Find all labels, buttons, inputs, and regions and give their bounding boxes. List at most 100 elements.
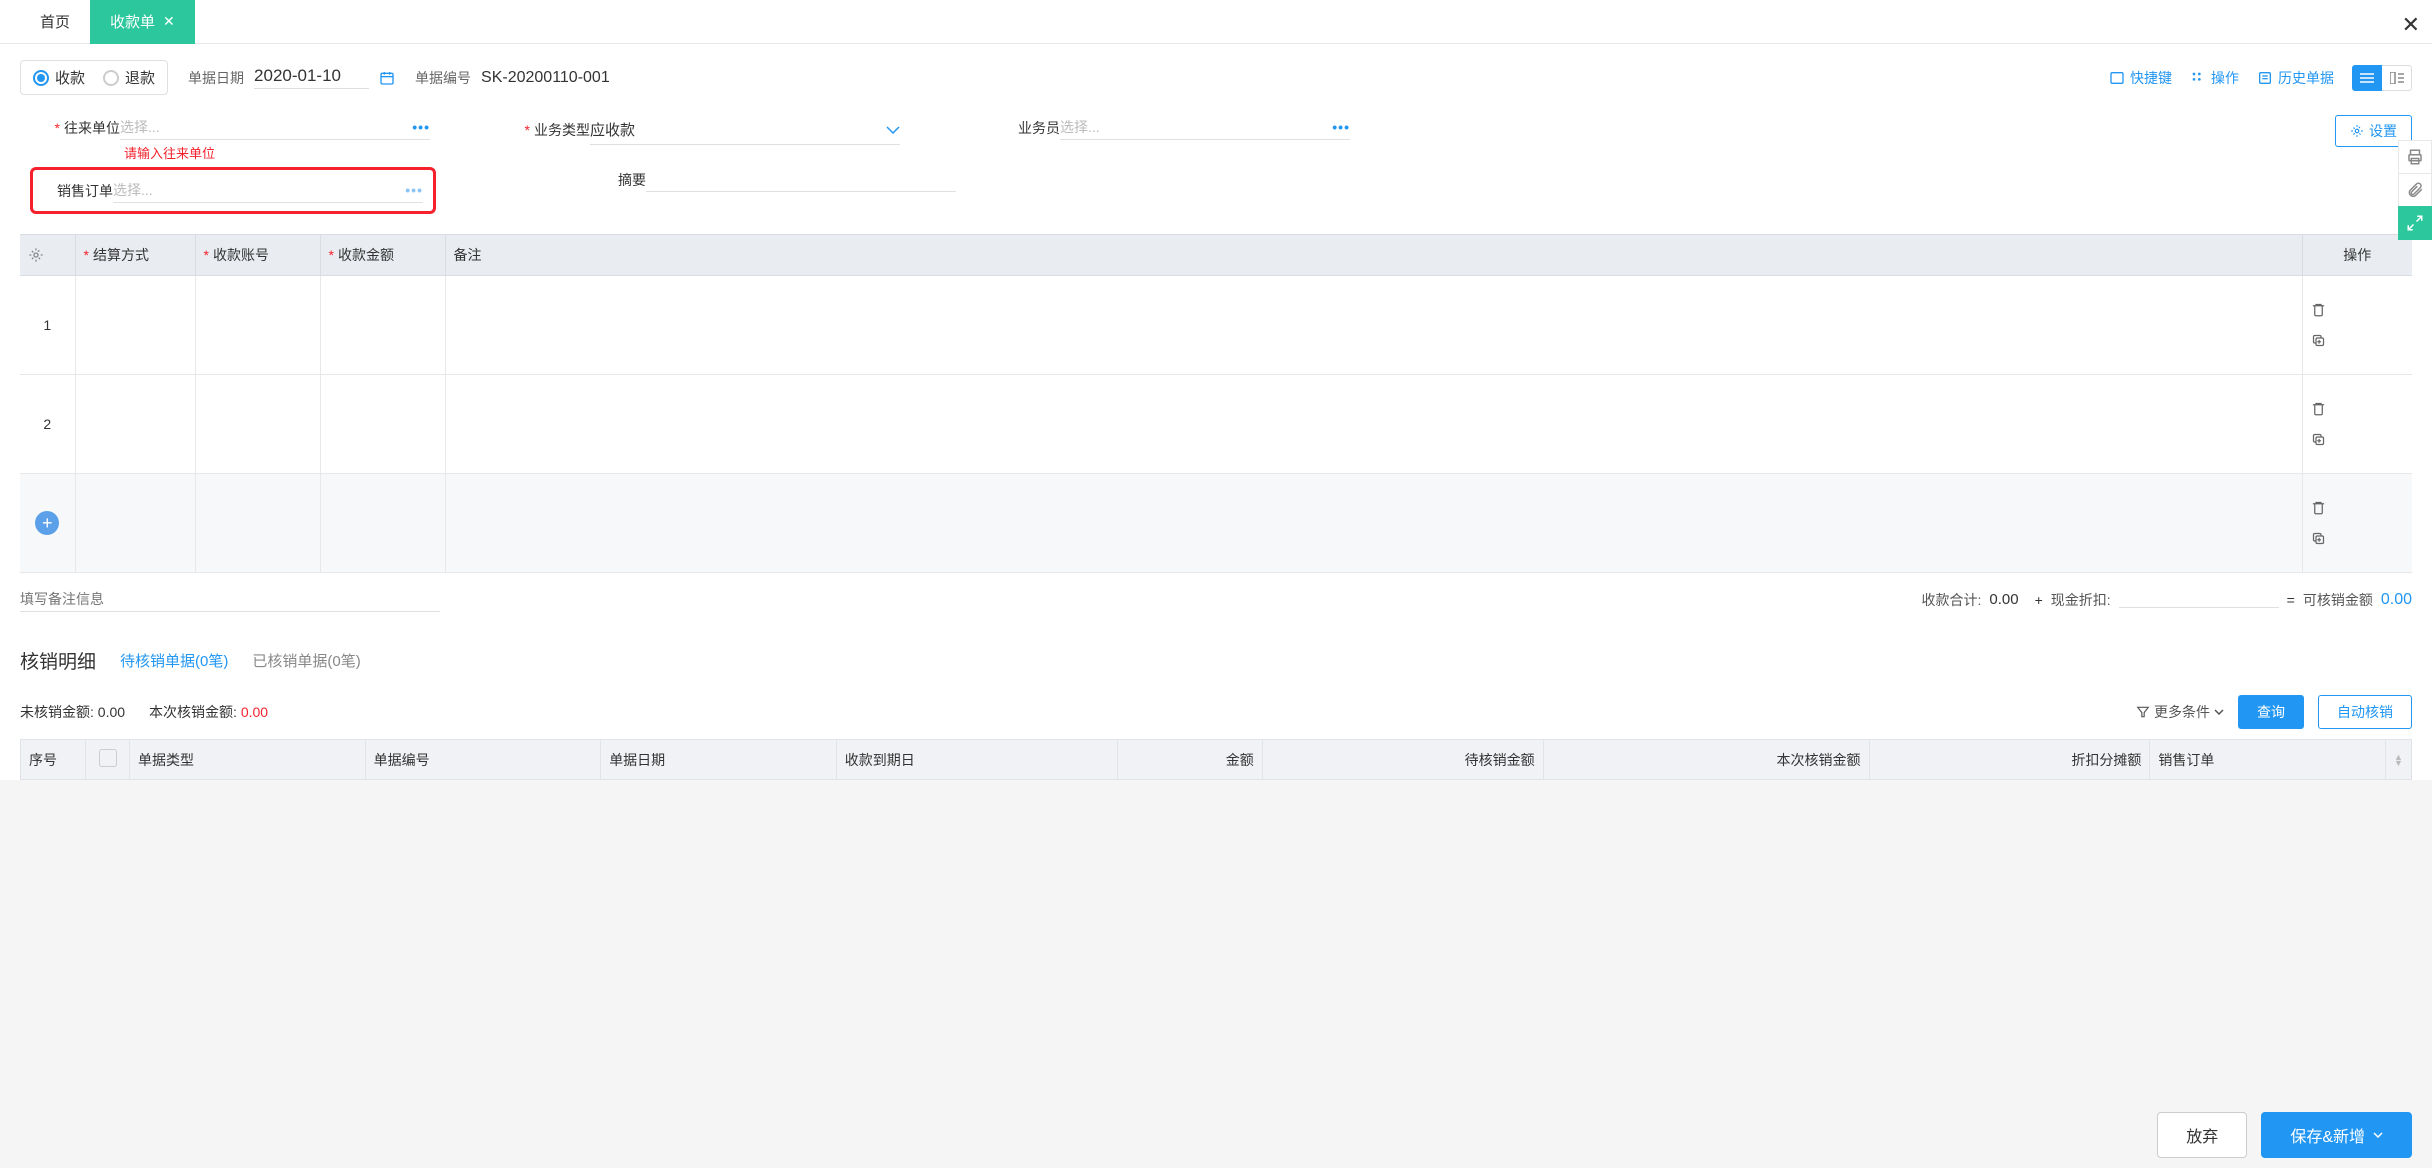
- writeoff-tab-pending[interactable]: 待核销单据(0笔): [120, 646, 228, 675]
- table-footer-row: +: [20, 474, 2412, 573]
- shortcut-link[interactable]: 快捷键: [2109, 68, 2172, 88]
- history-link[interactable]: 历史单据: [2257, 68, 2334, 88]
- tab-close-icon[interactable]: ✕: [163, 13, 175, 30]
- delete-icon[interactable]: [2311, 401, 2405, 416]
- cell-amount[interactable]: [320, 375, 445, 474]
- copy-icon[interactable]: [2311, 333, 2405, 348]
- thisverify-group: 本次核销金额: 0.00: [149, 702, 268, 722]
- th-check[interactable]: [86, 740, 130, 780]
- chevron-down-icon: [2214, 709, 2224, 715]
- shortcut-icon: [2109, 70, 2125, 86]
- unverified-value: 0.00: [98, 704, 125, 720]
- salesorder-input[interactable]: [113, 182, 405, 198]
- cell-actions: [2302, 375, 2412, 474]
- cell-remark[interactable]: [445, 375, 2302, 474]
- salesorder-label: 销售订单: [43, 181, 113, 201]
- customer-input[interactable]: [120, 119, 412, 135]
- salesperson-label: 业务员: [980, 118, 1060, 138]
- cell-remark[interactable]: [445, 276, 2302, 375]
- shortcut-label: 快捷键: [2130, 68, 2172, 88]
- th-discount[interactable]: 折扣分摊额: [1869, 740, 2150, 780]
- side-dock: [2398, 140, 2432, 239]
- dock-expand-icon[interactable]: [2398, 206, 2432, 240]
- writeoff-tab-done[interactable]: 已核销单据(0笔): [252, 646, 360, 675]
- dock-attachment-icon[interactable]: [2398, 173, 2432, 207]
- cell-actions: [2302, 474, 2412, 573]
- biztype-value[interactable]: 应收款: [590, 119, 886, 140]
- filter-icon: [2136, 705, 2150, 719]
- query-button[interactable]: 查询: [2238, 695, 2304, 729]
- th-settle-method: *结算方式: [75, 235, 195, 276]
- customer-label: 往来单位: [64, 120, 120, 136]
- discard-button[interactable]: 放弃: [2157, 1112, 2247, 1158]
- doc-number-field: 单据编号 SK-20200110-001: [415, 68, 610, 88]
- view-toggle-card[interactable]: [2382, 65, 2412, 91]
- delete-icon[interactable]: [2311, 302, 2405, 317]
- radio-receipt-label: 收款: [55, 67, 85, 88]
- add-row-button[interactable]: +: [35, 511, 59, 535]
- summary-input[interactable]: [646, 171, 956, 187]
- writeoff-table: 序号 单据类型 单据编号 单据日期 收款到期日 金额 待核销金额 本次核销金额 …: [20, 739, 2412, 780]
- th-doctype[interactable]: 单据类型: [130, 740, 366, 780]
- operate-link[interactable]: 操作: [2190, 68, 2239, 88]
- remark-input[interactable]: [20, 587, 440, 612]
- radio-refund[interactable]: 退款: [103, 67, 155, 88]
- cell-settle[interactable]: [75, 276, 195, 375]
- th-docdate[interactable]: 单据日期: [601, 740, 837, 780]
- biztype-label: 业务类型: [534, 122, 590, 138]
- tab-home[interactable]: 首页: [20, 0, 90, 44]
- total-label: 收款合计:: [1922, 590, 1982, 610]
- radio-selected-icon: [33, 70, 49, 86]
- chevron-down-icon[interactable]: [886, 126, 900, 134]
- cell-account[interactable]: [195, 375, 320, 474]
- delete-icon[interactable]: [2311, 500, 2405, 515]
- gear-icon: [28, 247, 44, 263]
- radio-receipt[interactable]: 收款: [33, 67, 85, 88]
- payment-table: *结算方式 *收款账号 *收款金额 备注 操作 1: [20, 234, 2412, 573]
- doc-date-value[interactable]: 2020-01-10: [254, 66, 369, 89]
- more-filter-link[interactable]: 更多条件: [2136, 702, 2224, 722]
- view-toggle-list[interactable]: [2352, 65, 2382, 91]
- header-row: 收款 退款 单据日期 2020-01-10 单据编号 SK-20200110-0…: [20, 60, 2412, 95]
- table-row: 1: [20, 276, 2412, 375]
- gear-icon: [2350, 124, 2364, 138]
- th-actions: 操作: [2302, 235, 2412, 276]
- lookup-icon[interactable]: •••: [1332, 119, 1350, 135]
- th-remark: 备注: [445, 235, 2302, 276]
- dock-print-icon[interactable]: [2398, 140, 2432, 174]
- salesperson-field: 业务员 •••: [980, 115, 1350, 140]
- summary-row: 收款合计: 0.00 + 现金折扣: = 可核销金额 0.00: [20, 573, 2412, 626]
- th-docnum[interactable]: 单据编号: [365, 740, 601, 780]
- cell-amount[interactable]: [320, 276, 445, 375]
- lookup-icon[interactable]: •••: [405, 182, 423, 198]
- save-label: 保存&新增: [2290, 1123, 2365, 1147]
- cell-account[interactable]: [195, 276, 320, 375]
- cell-settle[interactable]: [75, 375, 195, 474]
- customer-field: *往来单位 ••• 请输入往来单位: [40, 115, 430, 140]
- biztype-field: *业务类型 应收款: [510, 115, 900, 145]
- summary-label: 摘要: [566, 170, 646, 190]
- row-num: 2: [20, 375, 75, 474]
- lookup-icon[interactable]: •••: [412, 119, 430, 135]
- table-header-gear[interactable]: [20, 235, 75, 276]
- chevron-down-icon: [2373, 1132, 2383, 1138]
- copy-icon[interactable]: [2311, 432, 2405, 447]
- th-amount[interactable]: 金额: [1117, 740, 1262, 780]
- calendar-icon[interactable]: [379, 70, 395, 86]
- grid-icon: [2190, 70, 2206, 86]
- th-seq: 序号: [21, 740, 86, 780]
- salesperson-input[interactable]: [1060, 119, 1332, 135]
- discount-input[interactable]: [2119, 592, 2279, 608]
- th-sort[interactable]: ▲▼: [2386, 740, 2412, 780]
- close-icon[interactable]: ✕: [2402, 12, 2420, 38]
- plus-sign: +: [2035, 592, 2043, 608]
- auto-writeoff-button[interactable]: 自动核销: [2318, 695, 2412, 729]
- th-duedate[interactable]: 收款到期日: [836, 740, 1117, 780]
- tab-receipt[interactable]: 收款单 ✕: [90, 0, 195, 44]
- th-thistime[interactable]: 本次核销金额: [1543, 740, 1869, 780]
- th-pending[interactable]: 待核销金额: [1262, 740, 1543, 780]
- th-salesorder[interactable]: 销售订单: [2150, 740, 2386, 780]
- form-area: *往来单位 ••• 请输入往来单位 *业务类型 应收款: [20, 115, 2412, 214]
- copy-icon[interactable]: [2311, 531, 2405, 546]
- save-button[interactable]: 保存&新增: [2261, 1112, 2412, 1158]
